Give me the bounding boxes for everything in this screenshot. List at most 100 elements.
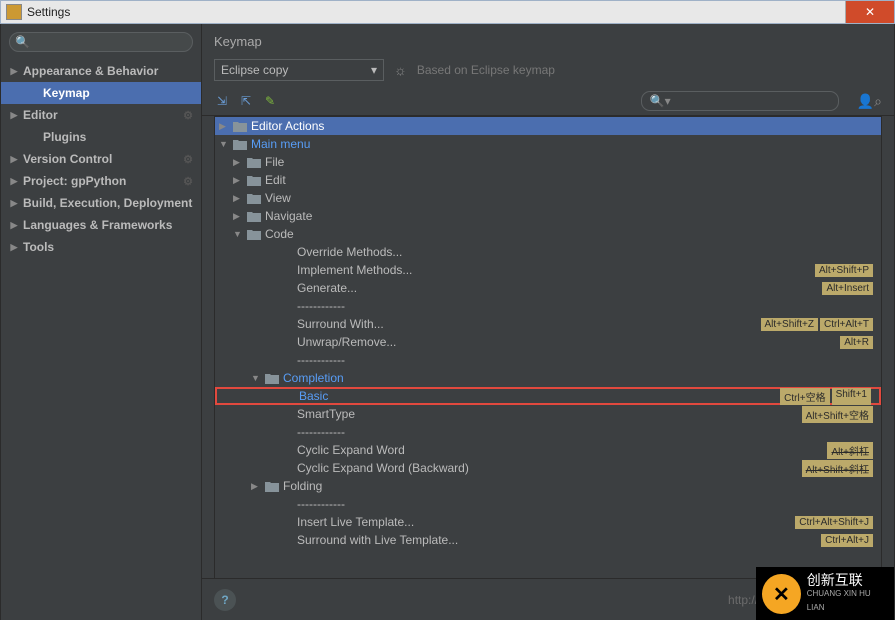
tree-label: Editor Actions <box>251 119 877 133</box>
action-search-input[interactable]: 🔍▾ <box>641 91 839 111</box>
app-icon <box>6 4 22 20</box>
toolbar: ⇲ ⇱ ✎ 🔍▾ 👤⌕ <box>202 87 894 116</box>
toggle-icon: ▶ <box>251 481 261 492</box>
tree-row[interactable]: Generate...Alt+Insert <box>215 279 881 297</box>
shortcut-key: Alt+Shift+斜杠 <box>802 460 873 477</box>
nav-label: Keymap <box>43 86 90 100</box>
tree-label: ------------ <box>297 299 877 313</box>
tree-row[interactable]: ------------ <box>215 297 881 315</box>
toggle-icon: ▶ <box>9 176 19 187</box>
sidebar-search-input[interactable] <box>9 32 193 52</box>
expand-all-button[interactable]: ⇲ <box>214 93 230 109</box>
tree-row[interactable]: ------------ <box>215 423 881 441</box>
toggle-icon: ▶ <box>9 154 19 165</box>
gear-icon[interactable]: ☼ <box>394 62 407 78</box>
close-button[interactable]: ✕ <box>845 1 894 23</box>
sidebar-search: 🔍 <box>9 32 193 52</box>
tree-label: Cyclic Expand Word <box>297 443 827 457</box>
tree-row[interactable]: BasicCtrl+空格Shift+1 <box>215 387 881 405</box>
shortcut-key: Alt+R <box>840 336 873 349</box>
tree-row[interactable]: ▼ Main menu <box>215 135 881 153</box>
search-icon: 🔍 <box>15 35 30 49</box>
sidebar-item-languages-frameworks[interactable]: ▶Languages & Frameworks <box>1 214 201 236</box>
nav-list: ▶Appearance & BehaviorKeymap▶Editor⚙Plug… <box>1 60 201 620</box>
tree-label: Insert Live Template... <box>297 515 795 529</box>
tree-row[interactable]: ▼Code <box>215 225 881 243</box>
breadcrumb: Keymap <box>202 24 894 53</box>
toggle-icon: ▶ <box>233 157 243 168</box>
tree-row[interactable]: ▼Completion <box>215 369 881 387</box>
edit-shortcut-button[interactable]: ✎ <box>262 93 278 109</box>
sidebar-item-tools[interactable]: ▶Tools <box>1 236 201 258</box>
nav-label: Tools <box>23 240 54 254</box>
tree-row[interactable]: Implement Methods...Alt+Shift+P <box>215 261 881 279</box>
search-icon: 🔍▾ <box>650 94 671 108</box>
tree-row[interactable]: Unwrap/Remove...Alt+R <box>215 333 881 351</box>
shortcut-key: Alt+Shift+Z <box>761 318 818 331</box>
collapse-all-button[interactable]: ⇱ <box>238 93 254 109</box>
tree-row[interactable]: ▶ Folding <box>215 477 881 495</box>
tree-row[interactable]: ▶ Editor Actions <box>215 117 881 135</box>
shortcut-key: Alt+斜杠 <box>827 442 873 459</box>
keymap-tree[interactable]: ▶Editor Actions▼Main menu▶File▶Edit▶View… <box>214 116 882 620</box>
shortcut-key: Shift+1 <box>832 388 871 405</box>
shortcuts: Alt+Shift+空格 <box>802 406 873 423</box>
title-bar: Settings ✕ <box>0 0 895 24</box>
tree-row[interactable]: Surround With...Alt+Shift+ZCtrl+Alt+T <box>215 315 881 333</box>
tree-label: ------------ <box>297 425 877 439</box>
tree-row[interactable]: ▶Navigate <box>215 207 881 225</box>
tree-row[interactable]: Cyclic Expand Word (Backward)Alt+Shift+斜… <box>215 459 881 477</box>
toggle-icon: ▶ <box>233 175 243 186</box>
tree-row[interactable]: Insert Live Template...Ctrl+Alt+Shift+J <box>215 513 881 531</box>
tree-row[interactable]: Override Methods... <box>215 243 881 261</box>
tree-label: View <box>265 191 877 205</box>
toggle-icon: ▶ <box>219 121 229 132</box>
toggle-icon: ▼ <box>233 229 243 239</box>
sidebar: 🔍 ▶Appearance & BehaviorKeymap▶Editor⚙Pl… <box>1 24 202 620</box>
gear-icon: ⚙ <box>183 153 193 166</box>
tree-label: SmartType <box>297 407 802 421</box>
tree-row[interactable]: ------------ <box>215 495 881 513</box>
sidebar-item-build-execution-deployment[interactable]: ▶Build, Execution, Deployment <box>1 192 201 214</box>
tree-row[interactable]: ▶Edit <box>215 171 881 189</box>
tree-label: ------------ <box>297 497 877 511</box>
keymap-profile-select[interactable]: Eclipse copy ▾ <box>214 59 384 81</box>
folder-icon <box>265 373 279 384</box>
find-by-shortcut-button[interactable]: 👤⌕ <box>857 93 882 110</box>
sidebar-item-version-control[interactable]: ▶ Version Control ⚙ <box>1 148 201 170</box>
folder-icon <box>233 139 247 150</box>
shortcut-key: Alt+Insert <box>822 282 873 295</box>
tree-label: Surround with Live Template... <box>297 533 821 547</box>
tree-row[interactable]: Cyclic Expand WordAlt+斜杠 <box>215 441 881 459</box>
help-button[interactable]: ? <box>214 589 236 611</box>
nav-label: Editor <box>23 108 58 122</box>
tree-row[interactable]: Surround with Live Template...Ctrl+Alt+J <box>215 531 881 549</box>
sidebar-item-keymap[interactable]: Keymap <box>1 82 201 104</box>
toggle-icon: ▼ <box>219 139 229 149</box>
tree-row[interactable]: SmartTypeAlt+Shift+空格 <box>215 405 881 423</box>
toggle-icon: ▶ <box>9 66 19 77</box>
tree-label: Basic <box>299 389 780 403</box>
sidebar-item-project-gppython[interactable]: ▶Project: gpPython⚙ <box>1 170 201 192</box>
tree-row[interactable]: ▶View <box>215 189 881 207</box>
shortcuts: Ctrl+Alt+Shift+J <box>795 516 873 529</box>
sidebar-item-appearance-behavior[interactable]: ▶Appearance & Behavior <box>1 60 201 82</box>
tree-label: Folding <box>283 479 877 493</box>
logo-icon: ✕ <box>762 574 801 614</box>
logo-sub: CHUANG XIN HU LIAN <box>807 587 888 615</box>
sidebar-item-editor[interactable]: ▶Editor⚙ <box>1 104 201 126</box>
nav-label: Project: gpPython <box>23 174 126 188</box>
tree-row[interactable]: ▶File <box>215 153 881 171</box>
folder-icon <box>247 193 261 204</box>
sidebar-item-plugins[interactable]: Plugins <box>1 126 201 148</box>
tree-label: Main menu <box>251 137 877 151</box>
tree-row[interactable]: ------------ <box>215 351 881 369</box>
shortcuts: Alt+Shift+P <box>815 264 873 277</box>
window-title: Settings <box>27 5 70 19</box>
shortcut-key: Ctrl+Alt+T <box>820 318 873 331</box>
shortcut-key: Ctrl+Alt+J <box>821 534 873 547</box>
nav-label: Version Control <box>23 152 112 166</box>
logo-brand: 创新互联 <box>807 572 863 588</box>
shortcut-key: Alt+Shift+P <box>815 264 873 277</box>
shortcuts: Ctrl+Alt+J <box>821 534 873 547</box>
